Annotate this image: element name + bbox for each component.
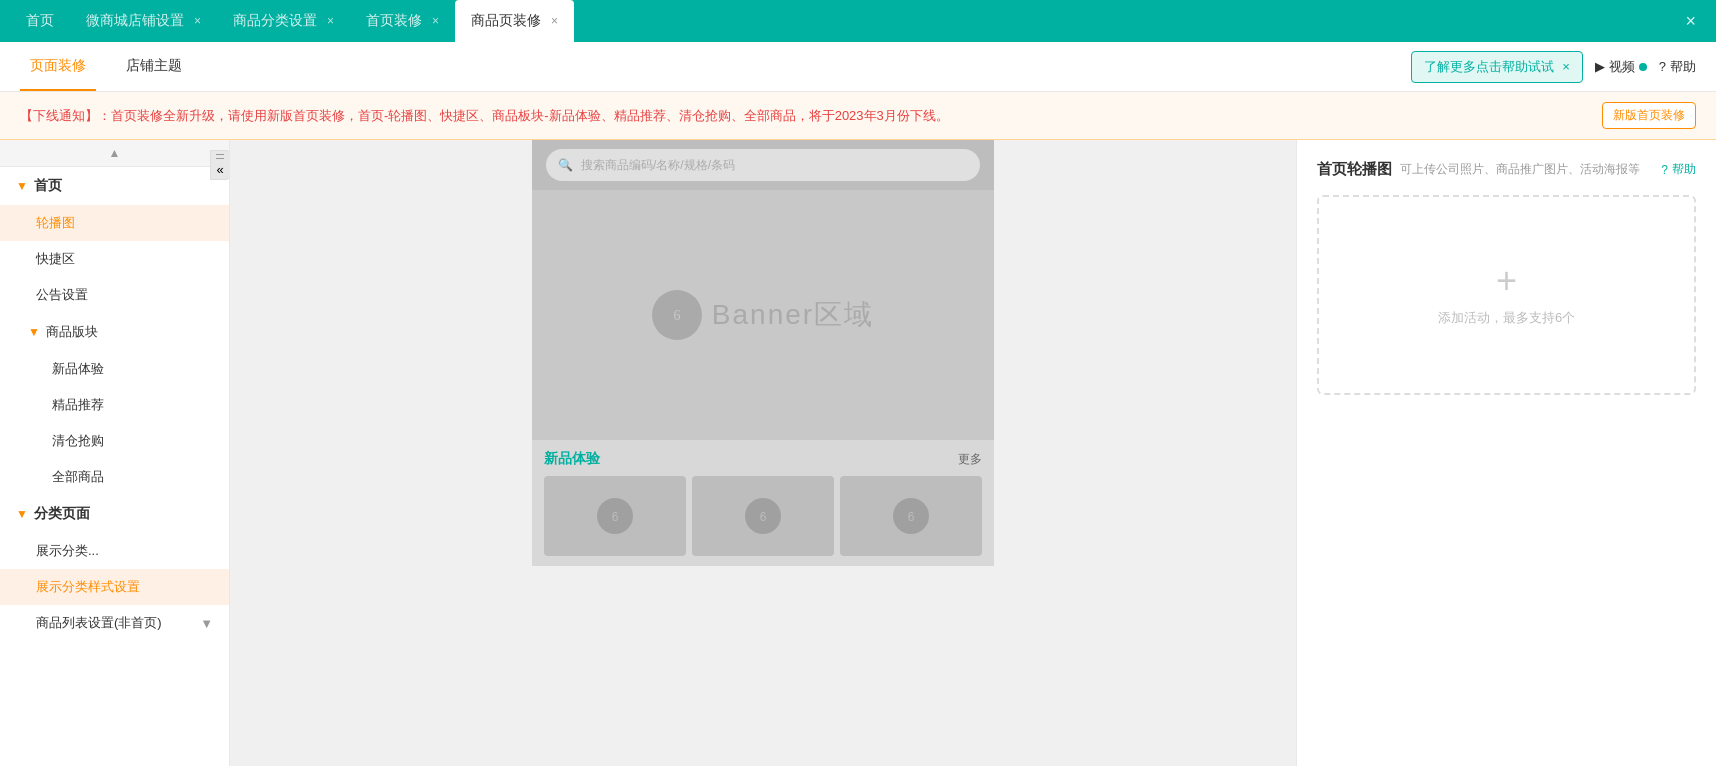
product-icon-1: 6 bbox=[597, 498, 633, 534]
arrow-down-icon-2: ▼ bbox=[28, 325, 40, 339]
preview-section-title: 新品体验 bbox=[544, 450, 600, 468]
question-circle-icon: ? bbox=[1661, 163, 1668, 177]
sidebar-item-category-style[interactable]: 展示分类样式设置 bbox=[0, 569, 229, 605]
tab-bar: 首页 微商城店铺设置 × 商品分类设置 × 首页装修 × 商品页装修 × × bbox=[0, 0, 1716, 42]
tab-home[interactable]: 首页 bbox=[10, 0, 70, 42]
tab-product-decor[interactable]: 商品页装修 × bbox=[455, 0, 574, 42]
svg-text:6: 6 bbox=[673, 308, 680, 323]
tab-store-settings[interactable]: 微商城店铺设置 × bbox=[70, 0, 217, 42]
new-home-decor-button[interactable]: 新版首页装修 bbox=[1602, 102, 1696, 129]
help-banner: 了解更多点击帮助试试 × bbox=[1411, 51, 1583, 83]
add-banner-area[interactable]: + 添加活动，最多支持6个 bbox=[1317, 195, 1696, 395]
right-panel-subtitle: 可上传公司照片、商品推广图片、活动海报等 bbox=[1400, 161, 1640, 178]
question-icon: ? bbox=[1659, 59, 1666, 74]
sidebar-up-button[interactable]: ▲ bbox=[0, 140, 229, 167]
banner-text-label: Banner区域 bbox=[712, 296, 874, 334]
close-product-category-icon[interactable]: × bbox=[327, 14, 334, 28]
tab-product-category[interactable]: 商品分类设置 × bbox=[217, 0, 350, 42]
right-panel-header: 首页轮播图 可上传公司照片、商品推广图片、活动海报等 ? 帮助 bbox=[1317, 160, 1696, 179]
video-link[interactable]: ▶ 视频 bbox=[1595, 58, 1647, 76]
help-banner-close-icon[interactable]: × bbox=[1562, 59, 1570, 74]
product-icon-2: 6 bbox=[745, 498, 781, 534]
main-layout: ▲ « ▼ 首页 轮播图 快捷区 公告设置 ▼ 商品版块 新品体验 精品推荐 bbox=[0, 140, 1716, 766]
sidebar-item-shortcuts[interactable]: 快捷区 bbox=[0, 241, 229, 277]
sidebar-item-clearance[interactable]: 清仓抢购 bbox=[0, 423, 229, 459]
sidebar-section-category[interactable]: ▼ 分类页面 bbox=[0, 495, 229, 533]
sidebar-item-show-category[interactable]: 展示分类... bbox=[0, 533, 229, 569]
right-panel: 首页轮播图 可上传公司照片、商品推广图片、活动海报等 ? 帮助 + 添加活动，最… bbox=[1296, 140, 1716, 766]
sidebar-item-carousel[interactable]: 轮播图 bbox=[0, 205, 229, 241]
preview-product-card-1: 6 bbox=[544, 476, 686, 556]
sidebar-item-all-products[interactable]: 全部商品 bbox=[0, 459, 229, 495]
dot-icon bbox=[1639, 63, 1647, 71]
preview-product-card-3: 6 bbox=[840, 476, 982, 556]
add-banner-label: 添加活动，最多支持6个 bbox=[1438, 309, 1575, 327]
sidebar-item-new-experience[interactable]: 新品体验 bbox=[0, 351, 229, 387]
notice-text: 【下线通知】：首页装修全新升级，请使用新版首页装修，首页-轮播图、快捷区、商品板… bbox=[20, 107, 1590, 125]
svg-text:6: 6 bbox=[760, 510, 767, 524]
sub-tab-store-theme[interactable]: 店铺主题 bbox=[116, 42, 192, 91]
preview-phone: 🔍 搜索商品编码/名称/规格/条码 6 Banner区域 bbox=[532, 140, 994, 766]
preview-products-grid: 6 6 6 bbox=[544, 476, 982, 556]
video-icon: ▶ bbox=[1595, 59, 1605, 74]
preview-search-box: 🔍 搜索商品编码/名称/规格/条码 bbox=[546, 149, 980, 181]
sidebar-section-home[interactable]: ▼ 首页 bbox=[0, 167, 229, 205]
collapse-line-1 bbox=[216, 154, 224, 155]
help-banner-text: 了解更多点击帮助试试 bbox=[1424, 58, 1554, 76]
sidebar-section-product-block[interactable]: ▼ 商品版块 bbox=[0, 313, 229, 351]
close-home-decor-icon[interactable]: × bbox=[432, 14, 439, 28]
sub-tab-page-decor[interactable]: 页面装修 bbox=[20, 42, 96, 91]
preview-banner[interactable]: 6 Banner区域 bbox=[532, 190, 994, 440]
right-panel-title-group: 首页轮播图 可上传公司照片、商品推广图片、活动海报等 bbox=[1317, 160, 1640, 179]
sidebar: ▲ « ▼ 首页 轮播图 快捷区 公告设置 ▼ 商品版块 新品体验 精品推荐 bbox=[0, 140, 230, 766]
search-placeholder: 搜索商品编码/名称/规格/条码 bbox=[581, 157, 735, 174]
right-panel-help-button[interactable]: ? 帮助 bbox=[1661, 161, 1696, 178]
preview-product-card-2: 6 bbox=[692, 476, 834, 556]
sub-header-right: 了解更多点击帮助试试 × ▶ 视频 ? 帮助 bbox=[1411, 51, 1696, 83]
preview-search-bar: 🔍 搜索商品编码/名称/规格/条码 bbox=[532, 140, 994, 190]
add-plus-icon: + bbox=[1496, 263, 1517, 299]
chevron-down-icon: ▼ bbox=[200, 616, 213, 631]
sidebar-item-premium[interactable]: 精品推荐 bbox=[0, 387, 229, 423]
arrow-down-icon: ▼ bbox=[16, 179, 28, 193]
banner-logo: 6 Banner区域 bbox=[652, 290, 874, 340]
product-icon-3: 6 bbox=[893, 498, 929, 534]
close-product-decor-icon[interactable]: × bbox=[551, 14, 558, 28]
banner-logo-icon: 6 bbox=[652, 290, 702, 340]
sidebar-collapse-button[interactable]: « bbox=[210, 150, 230, 180]
help-link[interactable]: ? 帮助 bbox=[1659, 58, 1696, 76]
arrow-down-icon-3: ▼ bbox=[16, 507, 28, 521]
notice-bar: 【下线通知】：首页装修全新升级，请使用新版首页装修，首页-轮播图、快捷区、商品板… bbox=[0, 92, 1716, 140]
svg-text:6: 6 bbox=[612, 510, 619, 524]
preview-product-section: 新品体验 更多 6 6 bbox=[532, 440, 994, 566]
preview-area: 🔍 搜索商品编码/名称/规格/条码 6 Banner区域 bbox=[230, 140, 1296, 766]
preview-section-more: 更多 bbox=[958, 451, 982, 468]
tab-home-decor[interactable]: 首页装修 × bbox=[350, 0, 455, 42]
collapse-line-2 bbox=[216, 158, 224, 159]
svg-text:6: 6 bbox=[908, 510, 915, 524]
preview-section-header: 新品体验 更多 bbox=[544, 450, 982, 468]
sub-header: 页面装修 店铺主题 了解更多点击帮助试试 × ▶ 视频 ? 帮助 bbox=[0, 42, 1716, 92]
sidebar-item-product-list-settings[interactable]: 商品列表设置(非首页) ▼ bbox=[0, 605, 229, 641]
sidebar-item-notice-settings[interactable]: 公告设置 bbox=[0, 277, 229, 313]
global-close-button[interactable]: × bbox=[1675, 11, 1706, 32]
close-store-settings-icon[interactable]: × bbox=[194, 14, 201, 28]
search-icon: 🔍 bbox=[558, 158, 573, 172]
right-panel-title: 首页轮播图 bbox=[1317, 160, 1392, 179]
